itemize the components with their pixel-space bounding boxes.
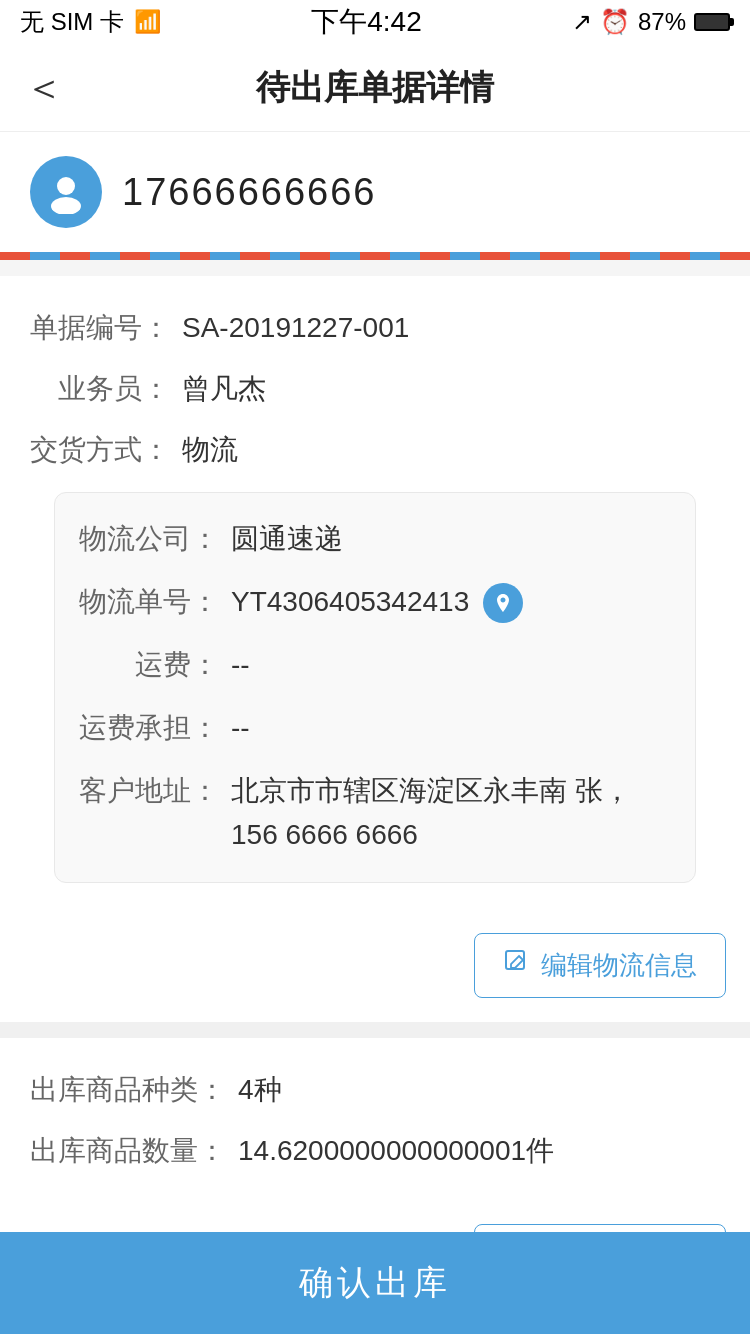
customer-phone: 17666666666 xyxy=(122,171,376,214)
summary-section: 出库商品种类： 4种 出库商品数量： 14.6200000000000001件 xyxy=(0,1038,750,1204)
tracking-value: YT4306405342413 xyxy=(219,580,671,625)
address-value: 北京市市辖区海淀区永丰南 张，156 6666 6666 xyxy=(219,769,671,859)
status-time: 下午4:42 xyxy=(311,3,422,41)
logistics-company-row: 物流公司： 圆通速递 xyxy=(79,517,671,562)
section-separator-1 xyxy=(0,1022,750,1038)
order-id-row: 单据编号： SA-20191227-001 xyxy=(30,306,720,351)
confirm-outbound-button[interactable]: 确认出库 xyxy=(0,1260,750,1306)
delivery-value: 物流 xyxy=(170,428,720,473)
product-quantity-row: 出库商品数量： 14.6200000000000001件 xyxy=(30,1129,720,1174)
logistics-company-label: 物流公司： xyxy=(79,517,219,562)
battery-icon xyxy=(694,13,730,31)
freight-row: 运费： -- xyxy=(79,643,671,688)
back-button[interactable]: ＜ xyxy=(24,60,64,115)
freight-bearer-label: 运费承担： xyxy=(79,706,219,751)
product-types-label: 出库商品种类： xyxy=(30,1068,226,1113)
address-label: 客户地址： xyxy=(79,769,219,814)
address-row: 客户地址： 北京市市辖区海淀区永丰南 张，156 6666 6666 xyxy=(79,769,671,859)
sales-label: 业务员： xyxy=(30,367,170,412)
status-right: ↗ ⏰ 87% xyxy=(572,8,730,36)
customer-header: 17666666666 xyxy=(0,132,750,252)
product-types-value: 4种 xyxy=(226,1068,720,1113)
logistics-company-value: 圆通速递 xyxy=(219,517,671,562)
delivery-row: 交货方式： 物流 xyxy=(30,428,720,473)
tracking-label: 物流单号： xyxy=(79,580,219,625)
edit-logistics-label: 编辑物流信息 xyxy=(541,948,697,983)
carrier-label: 无 SIM 卡 xyxy=(20,6,124,38)
tracking-row: 物流单号： YT4306405342413 xyxy=(79,580,671,625)
sales-value: 曾凡杰 xyxy=(170,367,720,412)
logistics-card: 物流公司： 圆通速递 物流单号： YT4306405342413 运费： -- … xyxy=(54,492,696,883)
battery-label: 87% xyxy=(638,8,686,36)
edit-logistics-button[interactable]: 编辑物流信息 xyxy=(474,933,726,998)
delivery-label: 交货方式： xyxy=(30,428,170,473)
freight-bearer-value: -- xyxy=(219,706,671,751)
order-id-label: 单据编号： xyxy=(30,306,170,351)
location-icon: ↗ xyxy=(572,8,592,36)
order-info-section: 单据编号： SA-20191227-001 业务员： 曾凡杰 交货方式： 物流 … xyxy=(0,276,750,913)
status-left: 无 SIM 卡 📶 xyxy=(20,6,161,38)
tracking-location-icon[interactable] xyxy=(483,583,523,623)
product-types-row: 出库商品种类： 4种 xyxy=(30,1068,720,1113)
svg-point-1 xyxy=(51,197,81,214)
freight-value: -- xyxy=(219,643,671,688)
product-quantity-value: 14.6200000000000001件 xyxy=(226,1129,720,1174)
wifi-icon: 📶 xyxy=(134,9,161,35)
order-id-value: SA-20191227-001 xyxy=(170,306,720,351)
page-title: 待出库单据详情 xyxy=(256,65,494,111)
tracking-number: YT4306405342413 xyxy=(231,580,469,625)
edit-btn-row: 编辑物流信息 xyxy=(0,913,750,1022)
sales-row: 业务员： 曾凡杰 xyxy=(30,367,720,412)
freight-label: 运费： xyxy=(79,643,219,688)
alarm-icon: ⏰ xyxy=(600,8,630,36)
svg-point-0 xyxy=(57,177,75,195)
avatar xyxy=(30,156,102,228)
edit-icon xyxy=(503,948,531,983)
avatar-icon xyxy=(44,170,88,214)
confirm-btn-container: 确认出库 xyxy=(0,1232,750,1334)
freight-bearer-row: 运费承担： -- xyxy=(79,706,671,751)
nav-bar: ＜ 待出库单据详情 xyxy=(0,44,750,132)
status-bar: 无 SIM 卡 📶 下午4:42 ↗ ⏰ 87% xyxy=(0,0,750,44)
dashed-divider xyxy=(0,252,750,260)
product-quantity-label: 出库商品数量： xyxy=(30,1129,226,1174)
